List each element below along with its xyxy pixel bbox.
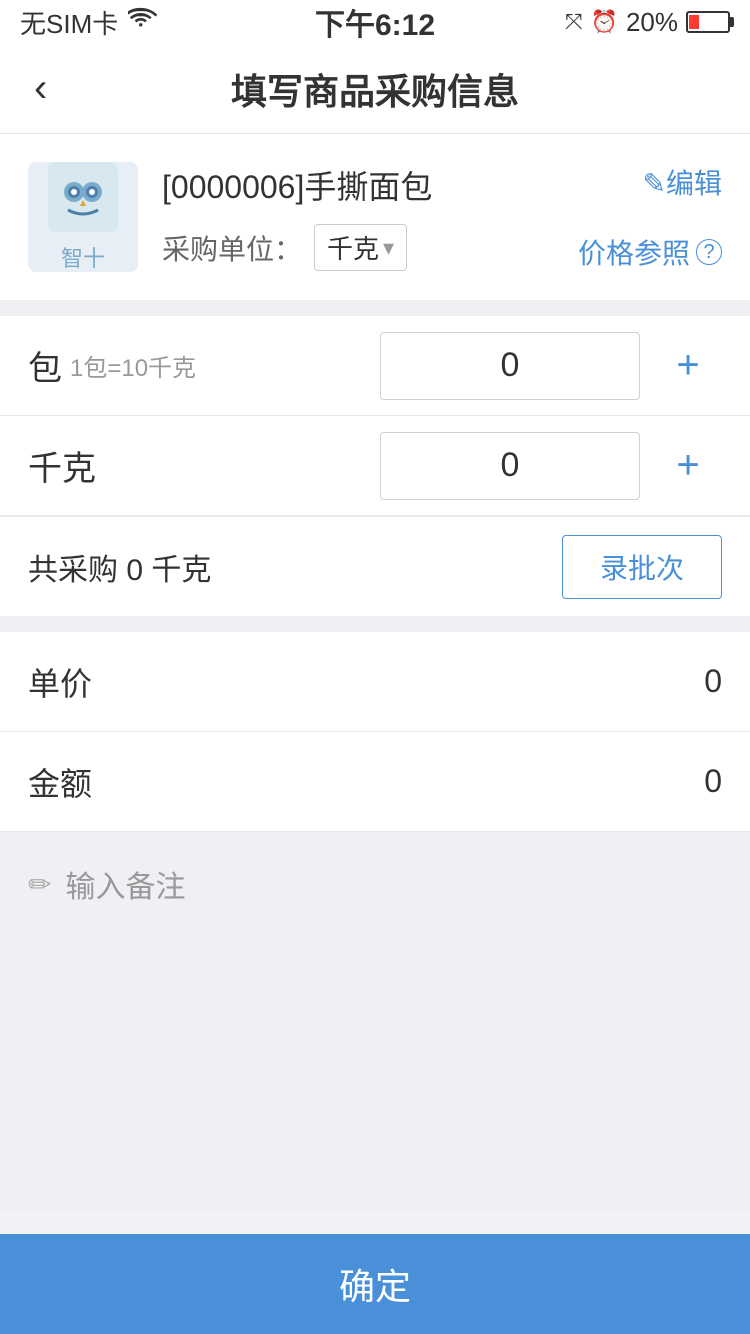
product-card: 智十 [0000006]手撕面包 采购单位： 千克 ▾ ✎编辑 价格参照 ?	[0, 134, 750, 300]
confirm-button[interactable]: 确定	[0, 1234, 750, 1334]
status-left: 无SIM卡	[20, 4, 158, 41]
unit-value: 千克	[327, 229, 379, 266]
edit-button[interactable]: ✎编辑	[643, 162, 722, 202]
remark-inner: ✏ 输入备注	[28, 862, 722, 906]
bag-sub-label: 1包=10千克	[70, 348, 196, 383]
nav-bar: ‹ 填写商品采购信息	[0, 44, 750, 134]
logo-sub: 智十	[48, 241, 118, 273]
unit-select[interactable]: 千克 ▾	[314, 224, 407, 271]
unit-price-label: 单价	[28, 659, 92, 705]
location-icon: ⤧	[565, 9, 583, 35]
logo-text	[48, 162, 118, 241]
status-right: ⤧ ⏰ 20%	[565, 7, 730, 38]
unit-label: 采购单位：	[162, 228, 302, 268]
info-section: 单价 0 金额 0	[0, 632, 750, 832]
help-icon: ?	[696, 239, 722, 265]
status-bar: 无SIM卡 下午6:12 ⤧ ⏰ 20%	[0, 0, 750, 44]
divider-1	[0, 300, 750, 316]
bag-label: 包	[28, 341, 62, 390]
bag-value: 0	[501, 346, 520, 385]
product-logo: 智十	[28, 162, 138, 272]
content-filler	[0, 1112, 750, 1212]
amount-row: 金额 0	[0, 732, 750, 832]
carrier-label: 无SIM卡	[20, 4, 118, 41]
summary-label: 共采购 0 千克	[28, 545, 211, 589]
bag-input[interactable]: 0	[380, 332, 640, 400]
dropdown-arrow: ▾	[383, 235, 394, 261]
remark-placeholder: 输入备注	[65, 862, 185, 906]
battery-icon	[686, 11, 730, 33]
input-section: 包 1包=10千克 0 + 千克 0 +	[0, 316, 750, 516]
status-time: 下午6:12	[315, 0, 435, 44]
price-ref-button[interactable]: 价格参照 ?	[578, 232, 722, 272]
kg-input[interactable]: 0	[380, 432, 640, 500]
page-title: 填写商品采购信息	[231, 63, 519, 115]
unit-price-row: 单价 0	[0, 632, 750, 732]
kg-input-row: 千克 0 +	[0, 416, 750, 516]
battery-percent: 20%	[626, 7, 678, 38]
kg-value: 0	[501, 446, 520, 485]
wifi-icon	[128, 7, 158, 38]
kg-label: 千克	[28, 441, 96, 490]
bag-input-row: 包 1包=10千克 0 +	[0, 316, 750, 416]
product-name: [0000006]手撕面包	[162, 162, 722, 208]
remark-section[interactable]: ✏ 输入备注	[0, 832, 750, 1112]
kg-plus-button[interactable]: +	[654, 432, 722, 500]
pencil-icon: ✏	[28, 868, 51, 901]
record-batch-button[interactable]: 录批次	[562, 535, 722, 599]
back-button[interactable]: ‹	[24, 56, 57, 121]
divider-2	[0, 616, 750, 632]
bag-plus-button[interactable]: +	[654, 332, 722, 400]
summary-row: 共采购 0 千克 录批次	[0, 516, 750, 616]
unit-price-value: 0	[704, 663, 722, 700]
alarm-icon: ⏰	[591, 9, 618, 35]
amount-label: 金额	[28, 759, 92, 805]
amount-value: 0	[704, 763, 722, 800]
